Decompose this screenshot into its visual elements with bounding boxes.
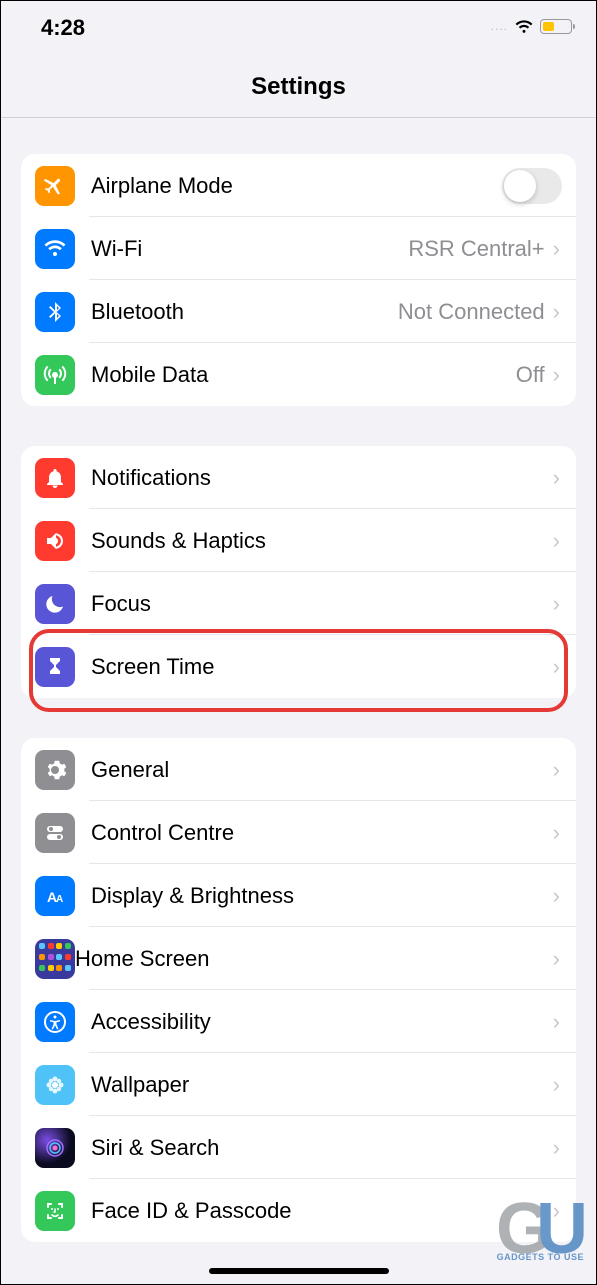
page-title: Settings <box>1 51 596 117</box>
flower-icon <box>35 1065 75 1105</box>
chevron-right-icon: › <box>551 591 562 617</box>
chevron-right-icon: › <box>551 236 562 262</box>
gear-icon <box>35 750 75 790</box>
settings-group-connectivity: Airplane Mode Wi-Fi RSR Central+ › Bluet… <box>21 154 576 406</box>
face-icon <box>35 1191 75 1231</box>
text-size-icon: AA <box>35 876 75 916</box>
row-label: Airplane Mode <box>91 173 502 199</box>
row-sounds[interactable]: Sounds & Haptics › <box>21 509 576 572</box>
chevron-right-icon: › <box>551 1072 562 1098</box>
chevron-right-icon: › <box>551 946 562 972</box>
status-icons: .... <box>491 18 572 34</box>
chevron-right-icon: › <box>551 1135 562 1161</box>
chevron-right-icon: › <box>551 820 562 846</box>
chevron-right-icon: › <box>551 654 562 680</box>
chevron-right-icon: › <box>551 362 562 388</box>
row-wifi[interactable]: Wi-Fi RSR Central+ › <box>21 217 576 280</box>
row-faceid[interactable]: Face ID & Passcode › <box>21 1179 576 1242</box>
accessibility-icon <box>35 1002 75 1042</box>
row-label: Home Screen <box>75 946 551 972</box>
row-general[interactable]: General › <box>21 738 576 801</box>
row-label: Mobile Data <box>91 362 516 388</box>
row-label: Sounds & Haptics <box>91 528 551 554</box>
settings-group-general: General › Control Centre › AA Display & … <box>21 738 576 1242</box>
chevron-right-icon: › <box>551 883 562 909</box>
row-screen-time[interactable]: Screen Time › <box>21 635 576 698</box>
hourglass-icon <box>35 647 75 687</box>
row-home-screen[interactable]: Home Screen › <box>21 927 576 990</box>
row-label: Display & Brightness <box>91 883 551 909</box>
antenna-icon <box>35 355 75 395</box>
bell-icon <box>35 458 75 498</box>
home-grid-icon <box>35 939 75 979</box>
chevron-right-icon: › <box>551 528 562 554</box>
header-separator <box>1 117 596 118</box>
row-label: Notifications <box>91 465 551 491</box>
row-label: Control Centre <box>91 820 551 846</box>
row-label: Bluetooth <box>91 299 398 325</box>
chevron-right-icon: › <box>551 1009 562 1035</box>
watermark-u: U <box>536 1204 588 1254</box>
bluetooth-icon <box>35 292 75 332</box>
status-time: 4:28 <box>25 11 85 41</box>
row-notifications[interactable]: Notifications › <box>21 446 576 509</box>
row-label: Siri & Search <box>91 1135 551 1161</box>
row-detail: RSR Central+ <box>408 236 544 262</box>
row-control-centre[interactable]: Control Centre › <box>21 801 576 864</box>
airplane-icon <box>35 166 75 206</box>
speaker-icon <box>35 521 75 561</box>
chevron-right-icon: › <box>551 465 562 491</box>
wifi-icon <box>35 229 75 269</box>
home-indicator[interactable] <box>209 1268 389 1274</box>
row-label: Wallpaper <box>91 1072 551 1098</box>
chevron-right-icon: › <box>551 757 562 783</box>
settings-group-attention: Notifications › Sounds & Haptics › Focus… <box>21 446 576 698</box>
status-bar: 4:28 .... <box>1 1 596 51</box>
switches-icon <box>35 813 75 853</box>
siri-icon <box>35 1128 75 1168</box>
signal-dots-icon: .... <box>491 19 508 33</box>
wifi-status-icon <box>514 18 534 34</box>
row-label: Face ID & Passcode <box>91 1198 551 1224</box>
battery-icon <box>540 19 572 34</box>
row-label: Accessibility <box>91 1009 551 1035</box>
row-display[interactable]: AA Display & Brightness › <box>21 864 576 927</box>
row-siri[interactable]: Siri & Search › <box>21 1116 576 1179</box>
watermark-text: GADGETS TO USE <box>496 1252 588 1262</box>
row-label: Focus <box>91 591 551 617</box>
svg-text:A: A <box>56 894 63 905</box>
row-detail: Off <box>516 362 545 388</box>
row-bluetooth[interactable]: Bluetooth Not Connected › <box>21 280 576 343</box>
row-mobile-data[interactable]: Mobile Data Off › <box>21 343 576 406</box>
row-label: Wi-Fi <box>91 236 408 262</box>
watermark: GU GADGETS TO USE <box>496 1204 588 1262</box>
row-airplane-mode[interactable]: Airplane Mode <box>21 154 576 217</box>
moon-icon <box>35 584 75 624</box>
row-wallpaper[interactable]: Wallpaper › <box>21 1053 576 1116</box>
row-focus[interactable]: Focus › <box>21 572 576 635</box>
chevron-right-icon: › <box>551 299 562 325</box>
airplane-toggle[interactable] <box>502 168 562 204</box>
row-label: Screen Time <box>91 654 551 680</box>
row-accessibility[interactable]: Accessibility › <box>21 990 576 1053</box>
row-detail: Not Connected <box>398 299 545 325</box>
row-label: General <box>91 757 551 783</box>
